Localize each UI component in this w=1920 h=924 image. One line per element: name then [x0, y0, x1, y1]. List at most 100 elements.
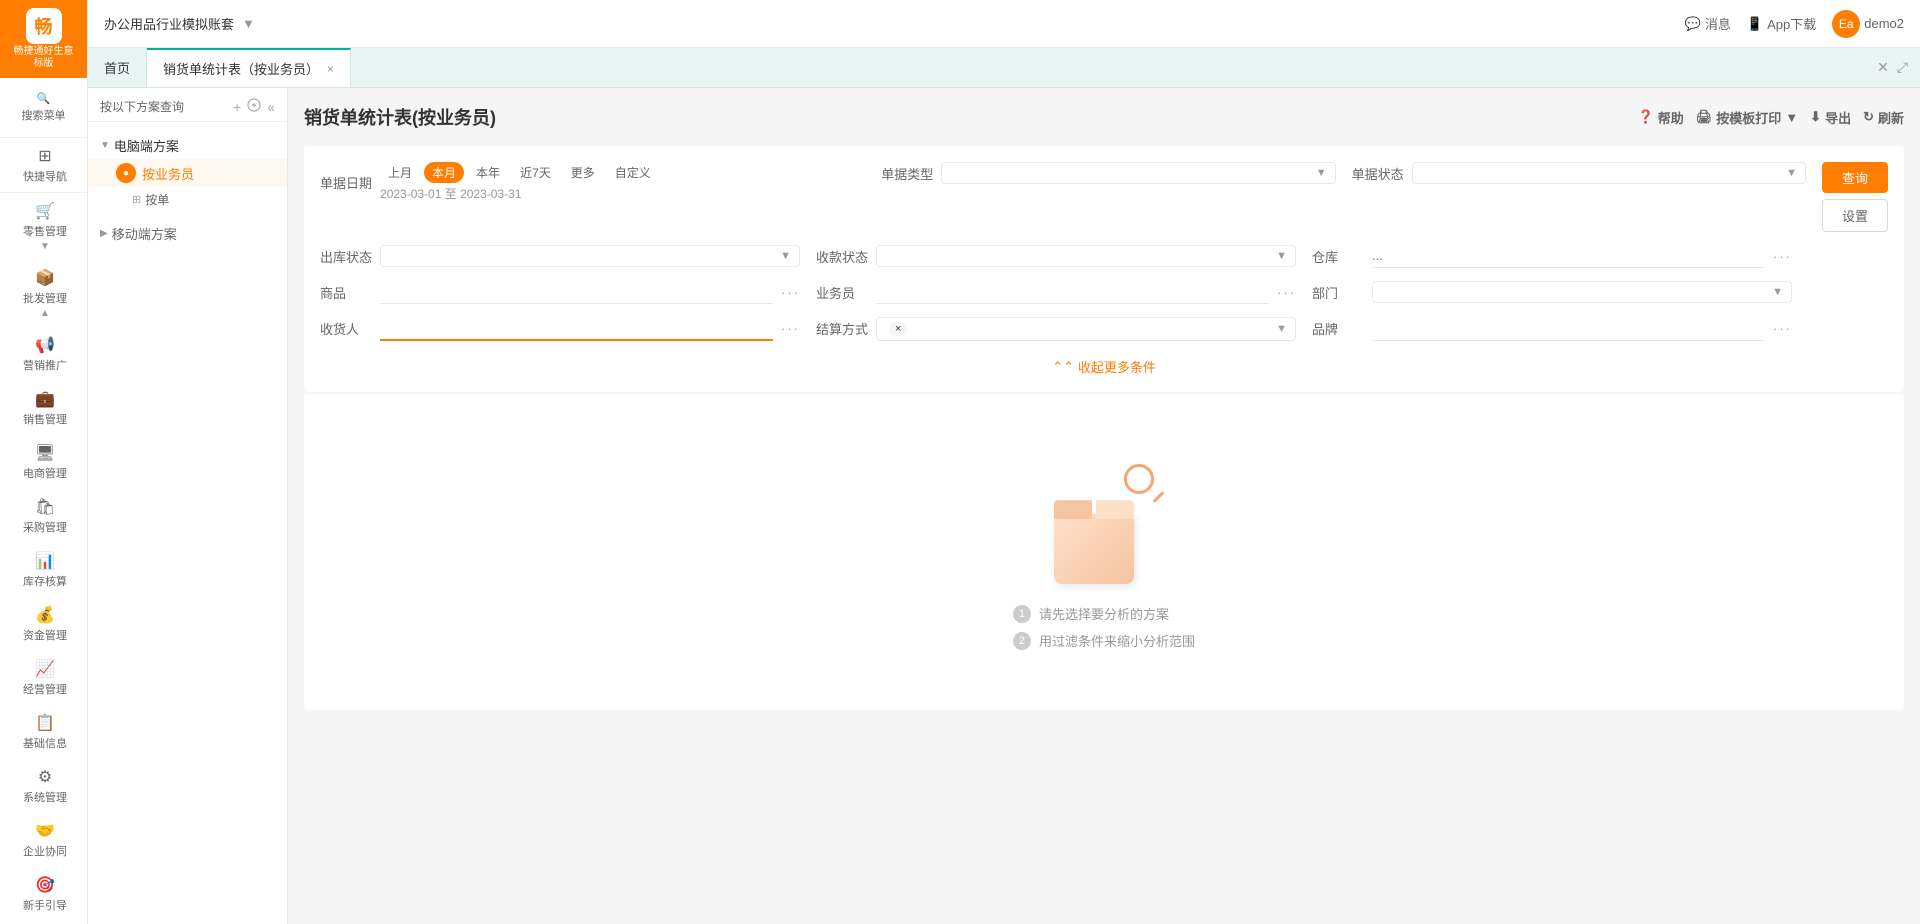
- department-select[interactable]: ▼: [1372, 281, 1792, 303]
- docstatus-select[interactable]: ▼: [1412, 162, 1806, 184]
- scheme-item-salesperson[interactable]: ● 按业务员: [88, 159, 287, 187]
- sidebar-item-inventory[interactable]: 📊 库存核算: [0, 543, 87, 597]
- sidebar-item-marketing[interactable]: 📢 营销推广: [0, 327, 87, 381]
- wholesale-arrow: ▲: [40, 308, 50, 319]
- settlement-clear-tag[interactable]: ×: [889, 322, 907, 336]
- right-panel: 销货单统计表(按业务员) ❓ 帮助 🖨 按模板打印 ▼ ⬇ 导出: [288, 88, 1920, 924]
- basicinfo-icon: 📋: [35, 713, 55, 733]
- sidebar-item-quick-nav[interactable]: ⊞ 快捷导航: [0, 138, 87, 192]
- warehouse-dots[interactable]: ···: [1773, 249, 1792, 264]
- date-label: 单据日期: [320, 173, 372, 192]
- quick-nav-label: 快捷导航: [23, 168, 67, 184]
- sidebar-item-newbie[interactable]: 🎯 新手引导: [0, 867, 87, 921]
- collapse-label: 收起更多条件: [1078, 357, 1156, 376]
- box-body: [1054, 514, 1134, 584]
- filter-brand-field: 品牌 ···: [1312, 317, 1792, 341]
- filter-settlement-field: 结算方式 × ▼: [816, 317, 1296, 341]
- sidebar-logo: 畅 畅捷通好生意 标版: [0, 0, 87, 78]
- add-scheme-button[interactable]: +: [233, 99, 241, 115]
- user-menu-button[interactable]: Ea demo2: [1832, 10, 1904, 38]
- magnifier: [1124, 464, 1164, 504]
- tab-sales-stat[interactable]: 销货单统计表（按业务员） ×: [147, 48, 351, 87]
- sidebar-item-ecommerce[interactable]: 🖥 电商管理: [0, 435, 87, 489]
- page-content: 按以下方案查询 + « ▼: [88, 88, 1920, 924]
- query-button[interactable]: 查询: [1822, 162, 1888, 193]
- sidebar-item-enterprise[interactable]: 🤝 企业协同: [0, 813, 87, 867]
- date-tag-thismonth[interactable]: 本月: [424, 162, 464, 183]
- collapse-panel-button[interactable]: «: [267, 99, 275, 115]
- mobile-section: ▶ 移动端方案: [88, 216, 287, 251]
- product-input[interactable]: [380, 280, 773, 304]
- doctype-select[interactable]: ▼: [941, 162, 1335, 184]
- export-button[interactable]: ⬇ 导出: [1810, 108, 1851, 127]
- app-download-button[interactable]: 📱 App下载: [1747, 14, 1816, 33]
- marketing-label: 营销推广: [23, 357, 67, 373]
- sidebar-nav: 🛒 零售管理 ▼ 📦 批发管理 ▲ 📢 营销推广 💼 销售管理 🖥 电商管理 🛍…: [0, 193, 87, 924]
- inventory-icon: 📊: [35, 551, 55, 571]
- sidebar-item-basicinfo[interactable]: 📋 基础信息: [0, 705, 87, 759]
- tip-text-2: 用过滤条件来缩小分析范围: [1039, 631, 1195, 650]
- empty-state: 1 请先选择要分析的方案 2 用过滤条件来缩小分析范围: [304, 394, 1904, 710]
- sidebar-item-retail[interactable]: 🛒 零售管理 ▼: [0, 193, 87, 260]
- consignee-label: 收货人: [320, 319, 372, 338]
- sidebar-item-purchase[interactable]: 🛍 采购管理: [0, 489, 87, 543]
- sidebar-item-operations[interactable]: 📈 经营管理: [0, 651, 87, 705]
- settlement-select[interactable]: × ▼: [876, 317, 1296, 341]
- app-download-icon: 📱: [1747, 16, 1763, 32]
- filter-department-field: 部门 ▼: [1312, 281, 1792, 303]
- date-tag-7days[interactable]: 近7天: [512, 162, 559, 183]
- search-button[interactable]: 🔍 搜索菜单: [6, 86, 81, 129]
- sidebar-item-sales[interactable]: 💼 销售管理: [0, 381, 87, 435]
- tip-text-1: 请先选择要分析的方案: [1039, 604, 1169, 623]
- message-label: 消息: [1705, 14, 1731, 33]
- mobile-section-header[interactable]: ▶ 移动端方案: [100, 220, 275, 247]
- stockstatus-select[interactable]: ▼: [380, 245, 800, 267]
- docstatus-arrow: ▼: [1786, 167, 1797, 179]
- message-button[interactable]: 💬 消息: [1685, 14, 1731, 33]
- department-arrow: ▼: [1772, 286, 1783, 298]
- pc-scheme-group-header[interactable]: ▼ 电脑端方案: [88, 132, 287, 159]
- tab-expand-button[interactable]: ⤢: [1897, 59, 1908, 76]
- product-dots[interactable]: ···: [781, 285, 800, 300]
- export-icon: ⬇: [1810, 109, 1821, 125]
- filter-row-2: 出库状态 ▼ 收款状态 ▼ 仓库: [320, 244, 1888, 268]
- topbar-left: 办公用品行业模拟账套 ▼: [104, 14, 255, 33]
- operations-icon: 📈: [35, 659, 55, 679]
- tab-sales-stat-label: 销货单统计表（按业务员）: [163, 59, 319, 78]
- date-tag-more[interactable]: 更多: [563, 162, 603, 183]
- consignee-dots[interactable]: ···: [781, 321, 800, 336]
- scheme-sub-item-order[interactable]: ⊞ 按单: [88, 187, 287, 212]
- edit-scheme-button[interactable]: [247, 98, 261, 115]
- salesperson-dots[interactable]: ···: [1277, 285, 1296, 300]
- tab-close-icon[interactable]: ×: [327, 62, 334, 76]
- brand-dots[interactable]: ···: [1773, 321, 1792, 336]
- logo-text: 畅捷通好生意: [14, 46, 74, 58]
- date-tag-thisyear[interactable]: 本年: [468, 162, 508, 183]
- date-tag-lastmonth[interactable]: 上月: [380, 162, 420, 183]
- wholesale-label: 批发管理: [23, 290, 67, 306]
- filter-stockstatus-field: 出库状态 ▼: [320, 245, 800, 267]
- warehouse-input[interactable]: [1372, 244, 1765, 268]
- retail-label: 零售管理: [23, 223, 67, 239]
- finance-label: 资金管理: [23, 627, 67, 643]
- brand-input[interactable]: [1372, 317, 1765, 341]
- sidebar-item-wholesale[interactable]: 📦 批发管理 ▲: [0, 260, 87, 327]
- tab-close-window-button[interactable]: ✕: [1877, 59, 1889, 76]
- template-print-button[interactable]: 🖨 按模板打印 ▼: [1696, 108, 1798, 127]
- main-area: 办公用品行业模拟账套 ▼ 💬 消息 📱 App下载 Ea demo2 首页: [88, 0, 1920, 924]
- tab-home[interactable]: 首页: [88, 48, 147, 87]
- receiptstatus-select[interactable]: ▼: [876, 245, 1296, 267]
- refresh-button[interactable]: ↻ 刷新: [1863, 108, 1904, 127]
- consignee-input[interactable]: [380, 316, 773, 341]
- settlement-arrow: ▼: [1276, 323, 1287, 335]
- app-download-label: App下载: [1767, 14, 1816, 33]
- topbar-dropdown-icon[interactable]: ▼: [242, 16, 255, 31]
- filter-product-field: 商品 ···: [320, 280, 800, 304]
- salesperson-input[interactable]: [876, 280, 1269, 304]
- collapse-button[interactable]: ⌃⌃ 收起更多条件: [320, 349, 1888, 376]
- sidebar-item-system[interactable]: ⚙ 系统管理: [0, 759, 87, 813]
- sidebar-item-finance[interactable]: 💰 资金管理: [0, 597, 87, 651]
- help-button[interactable]: ❓ 帮助: [1638, 108, 1684, 127]
- settings-button[interactable]: 设置: [1822, 199, 1888, 232]
- date-tag-custom[interactable]: 自定义: [607, 162, 659, 183]
